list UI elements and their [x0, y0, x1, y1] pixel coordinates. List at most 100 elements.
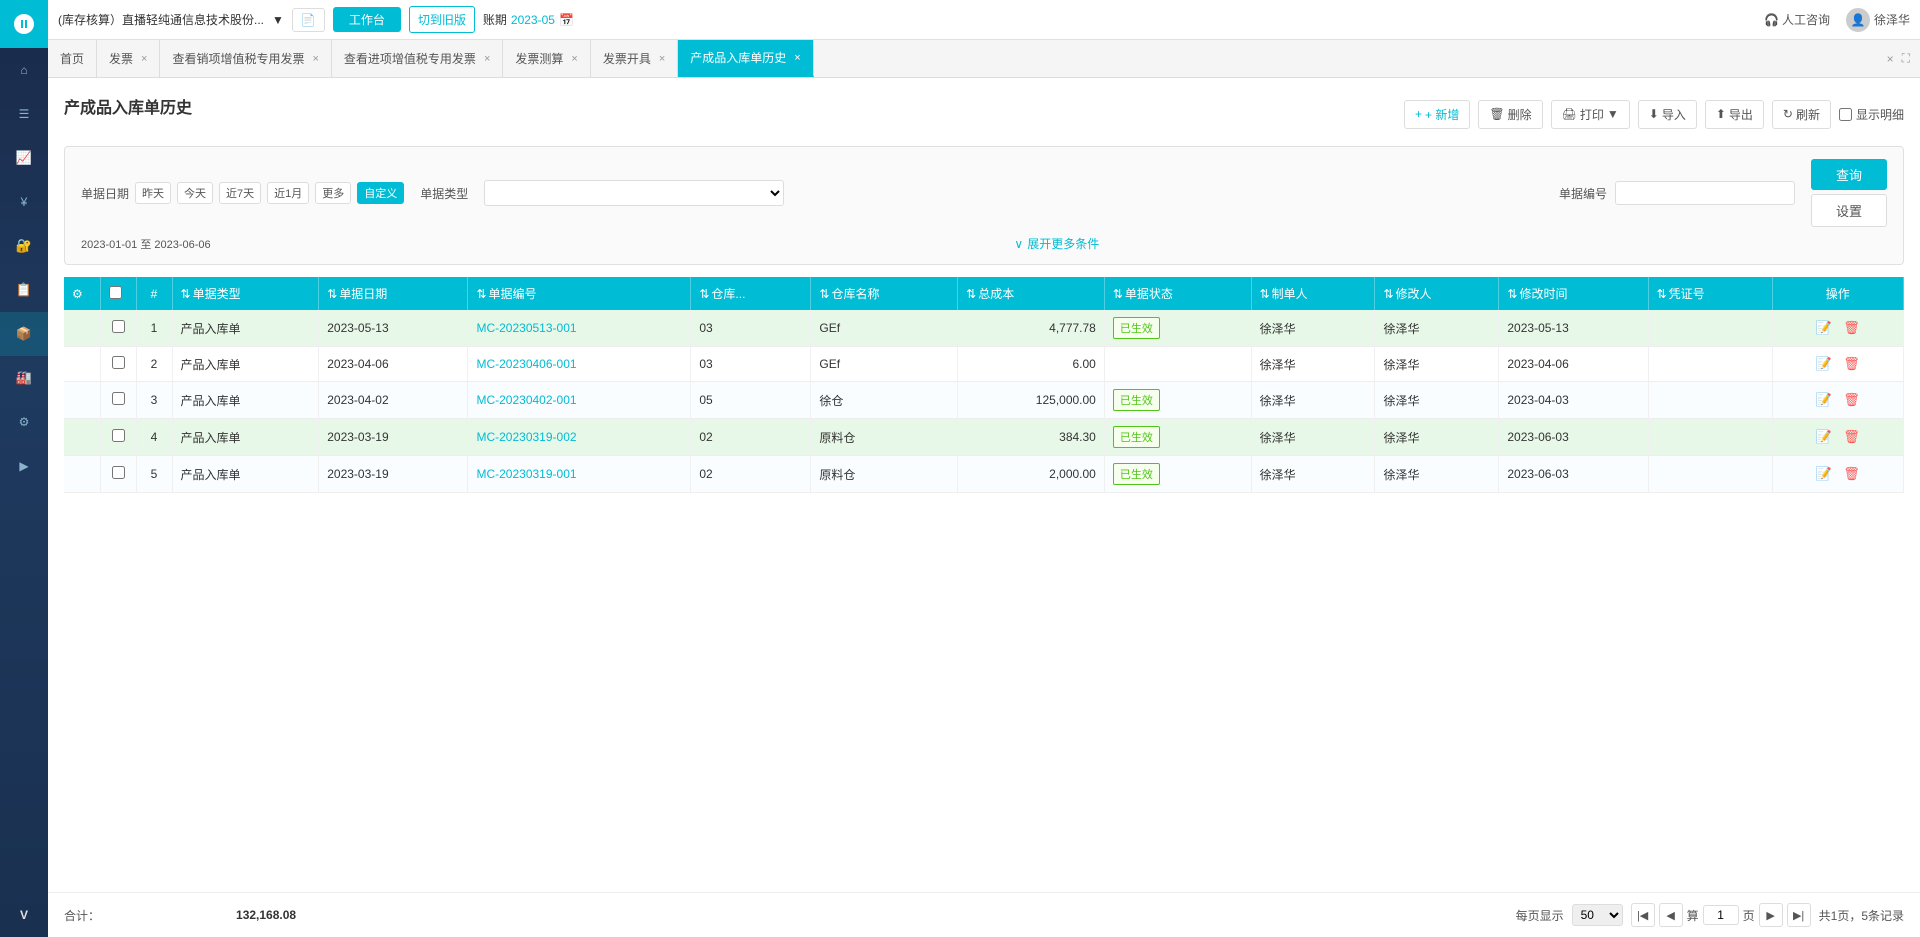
- tab-close-all[interactable]: ×: [1887, 52, 1894, 66]
- row-checkbox-cell[interactable]: [100, 456, 136, 493]
- refresh-btn[interactable]: ↻ 刷新: [1772, 100, 1831, 129]
- row-delete-btn[interactable]: 🗑: [1839, 390, 1864, 410]
- tab-sales-vat-close[interactable]: ×: [312, 53, 318, 65]
- user-info[interactable]: 👤 徐泽华: [1846, 8, 1910, 32]
- new-btn[interactable]: + + 新增: [1404, 100, 1470, 129]
- row-edit-btn[interactable]: 📝: [1812, 464, 1836, 484]
- row-select-checkbox[interactable]: [112, 466, 125, 479]
- tab-home[interactable]: 首页: [48, 40, 97, 77]
- row-checkbox-cell[interactable]: [100, 419, 136, 456]
- show-detail-checkbox[interactable]: [1839, 108, 1852, 121]
- th-voucher[interactable]: ⇅ 凭证号: [1648, 277, 1772, 310]
- workbench-btn[interactable]: 工作台: [333, 7, 401, 32]
- row-select-checkbox[interactable]: [112, 429, 125, 442]
- row-edit-btn[interactable]: 📝: [1812, 390, 1836, 410]
- sidebar-item-v[interactable]: V: [0, 893, 48, 937]
- row-code[interactable]: MC-20230513-001: [468, 310, 691, 347]
- sidebar-item-money[interactable]: ¥: [0, 180, 48, 224]
- next-page-btn[interactable]: ▶: [1759, 903, 1783, 927]
- tab-invoice-open-close[interactable]: ×: [659, 53, 665, 65]
- row-checkbox-cell[interactable]: [100, 382, 136, 419]
- tab-expand[interactable]: ⛶: [1902, 51, 1910, 66]
- th-checkbox[interactable]: [100, 277, 136, 310]
- tab-invoice-calc-close[interactable]: ×: [571, 53, 577, 65]
- row-delete-btn[interactable]: 🗑: [1839, 354, 1864, 374]
- row-code[interactable]: MC-20230319-002: [468, 419, 691, 456]
- sidebar-item-settings[interactable]: ⚙: [0, 400, 48, 444]
- tab-sales-vat[interactable]: 查看销项增值税专用发票 ×: [160, 40, 331, 77]
- date-yesterday[interactable]: 昨天: [135, 182, 171, 204]
- th-warehouse-name[interactable]: ⇅ 仓库名称: [811, 277, 958, 310]
- row-delete-btn[interactable]: 🗑: [1839, 427, 1864, 447]
- th-modifier[interactable]: ⇅ 修改人: [1375, 277, 1499, 310]
- tab-invoice-open[interactable]: 发票开具 ×: [591, 40, 678, 77]
- sidebar-item-truck[interactable]: 🏭: [0, 356, 48, 400]
- sidebar-item-folder[interactable]: 📋: [0, 268, 48, 312]
- tab-invoice[interactable]: 发票 ×: [97, 40, 160, 77]
- company-dropdown-icon[interactable]: ▼: [272, 13, 284, 27]
- sidebar-item-chart[interactable]: 📈: [0, 136, 48, 180]
- th-total-cost[interactable]: ⇅ 总成本: [958, 277, 1105, 310]
- consultant-link[interactable]: 🎧 人工咨询: [1764, 11, 1830, 28]
- sidebar-item-lock[interactable]: 🔐: [0, 224, 48, 268]
- sidebar-item-inventory[interactable]: 📦: [0, 312, 48, 356]
- row-select-checkbox[interactable]: [112, 320, 125, 333]
- document-btn[interactable]: 📄: [292, 8, 325, 32]
- row-edit-btn[interactable]: 📝: [1812, 354, 1836, 374]
- th-status[interactable]: ⇅ 单据状态: [1104, 277, 1251, 310]
- tab-purchase-vat-close[interactable]: ×: [484, 53, 490, 65]
- switch-btn[interactable]: 切到旧版: [409, 6, 475, 33]
- sidebar-item-play[interactable]: ▶: [0, 444, 48, 488]
- row-select-checkbox[interactable]: [112, 356, 125, 369]
- tab-invoice-calc[interactable]: 发票测算 ×: [503, 40, 590, 77]
- th-modify-time[interactable]: ⇅ 修改时间: [1499, 277, 1648, 310]
- query-btn[interactable]: 查询: [1811, 159, 1887, 190]
- num-input[interactable]: [1615, 181, 1795, 205]
- date-today[interactable]: 今天: [177, 182, 213, 204]
- th-type[interactable]: ⇅ 单据类型: [172, 277, 319, 310]
- row-select-checkbox[interactable]: [112, 392, 125, 405]
- date-custom[interactable]: 自定义: [357, 182, 404, 204]
- th-creator[interactable]: ⇅ 制单人: [1251, 277, 1375, 310]
- select-all-checkbox[interactable]: [109, 286, 122, 299]
- th-date[interactable]: ⇅ 单据日期: [319, 277, 468, 310]
- th-code[interactable]: ⇅ 单据编号: [468, 277, 691, 310]
- row-edit-btn[interactable]: 📝: [1812, 427, 1836, 447]
- row-code[interactable]: MC-20230402-001: [468, 382, 691, 419]
- date-1month[interactable]: 近1月: [267, 182, 309, 204]
- company-name[interactable]: (库存核算）直播轻纯通信息技术股份...: [58, 11, 264, 28]
- print-btn[interactable]: 🖨 打印 ▼: [1551, 100, 1630, 129]
- row-settings: [64, 419, 100, 456]
- date-more[interactable]: 更多: [315, 182, 351, 204]
- tab-purchase-vat[interactable]: 查看进项增值税专用发票 ×: [332, 40, 503, 77]
- row-delete-btn[interactable]: 🗑: [1839, 318, 1864, 338]
- tab-product-history[interactable]: 产成品入库单历史 ×: [678, 40, 813, 77]
- expand-btn[interactable]: ∨ 展开更多条件: [1014, 235, 1099, 252]
- row-delete-btn[interactable]: 🗑: [1839, 464, 1864, 484]
- delete-btn[interactable]: 🗑 删除: [1478, 100, 1542, 129]
- sidebar-item-document[interactable]: ☰: [0, 92, 48, 136]
- prev-page-btn[interactable]: ◀: [1659, 903, 1683, 927]
- tab-invoice-close[interactable]: ×: [141, 53, 147, 65]
- period-calendar-icon[interactable]: 📅: [559, 13, 574, 27]
- tab-product-history-close[interactable]: ×: [794, 52, 800, 64]
- filter-settings-btn[interactable]: 设置: [1811, 194, 1887, 227]
- show-detail-toggle[interactable]: 显示明细: [1839, 106, 1904, 123]
- row-code[interactable]: MC-20230319-001: [468, 456, 691, 493]
- row-edit-btn[interactable]: 📝: [1812, 318, 1836, 338]
- export-btn[interactable]: ⬆ 导出: [1705, 100, 1764, 129]
- row-checkbox-cell[interactable]: [100, 347, 136, 382]
- import-btn[interactable]: ⬇ 导入: [1638, 100, 1697, 129]
- sidebar-item-home[interactable]: ⌂: [0, 48, 48, 92]
- status-badge: 已生效: [1113, 426, 1160, 448]
- type-select[interactable]: [484, 180, 784, 206]
- th-warehouse-code[interactable]: ⇅ 仓库...: [691, 277, 811, 310]
- per-page-select[interactable]: 50 100 200: [1572, 904, 1623, 926]
- first-page-btn[interactable]: |◀: [1631, 903, 1655, 927]
- row-checkbox-cell[interactable]: [100, 310, 136, 347]
- page-input[interactable]: [1703, 905, 1739, 925]
- th-settings[interactable]: ⚙: [64, 277, 100, 310]
- row-code[interactable]: MC-20230406-001: [468, 347, 691, 382]
- date-7days[interactable]: 近7天: [219, 182, 261, 204]
- last-page-btn[interactable]: ▶|: [1787, 903, 1811, 927]
